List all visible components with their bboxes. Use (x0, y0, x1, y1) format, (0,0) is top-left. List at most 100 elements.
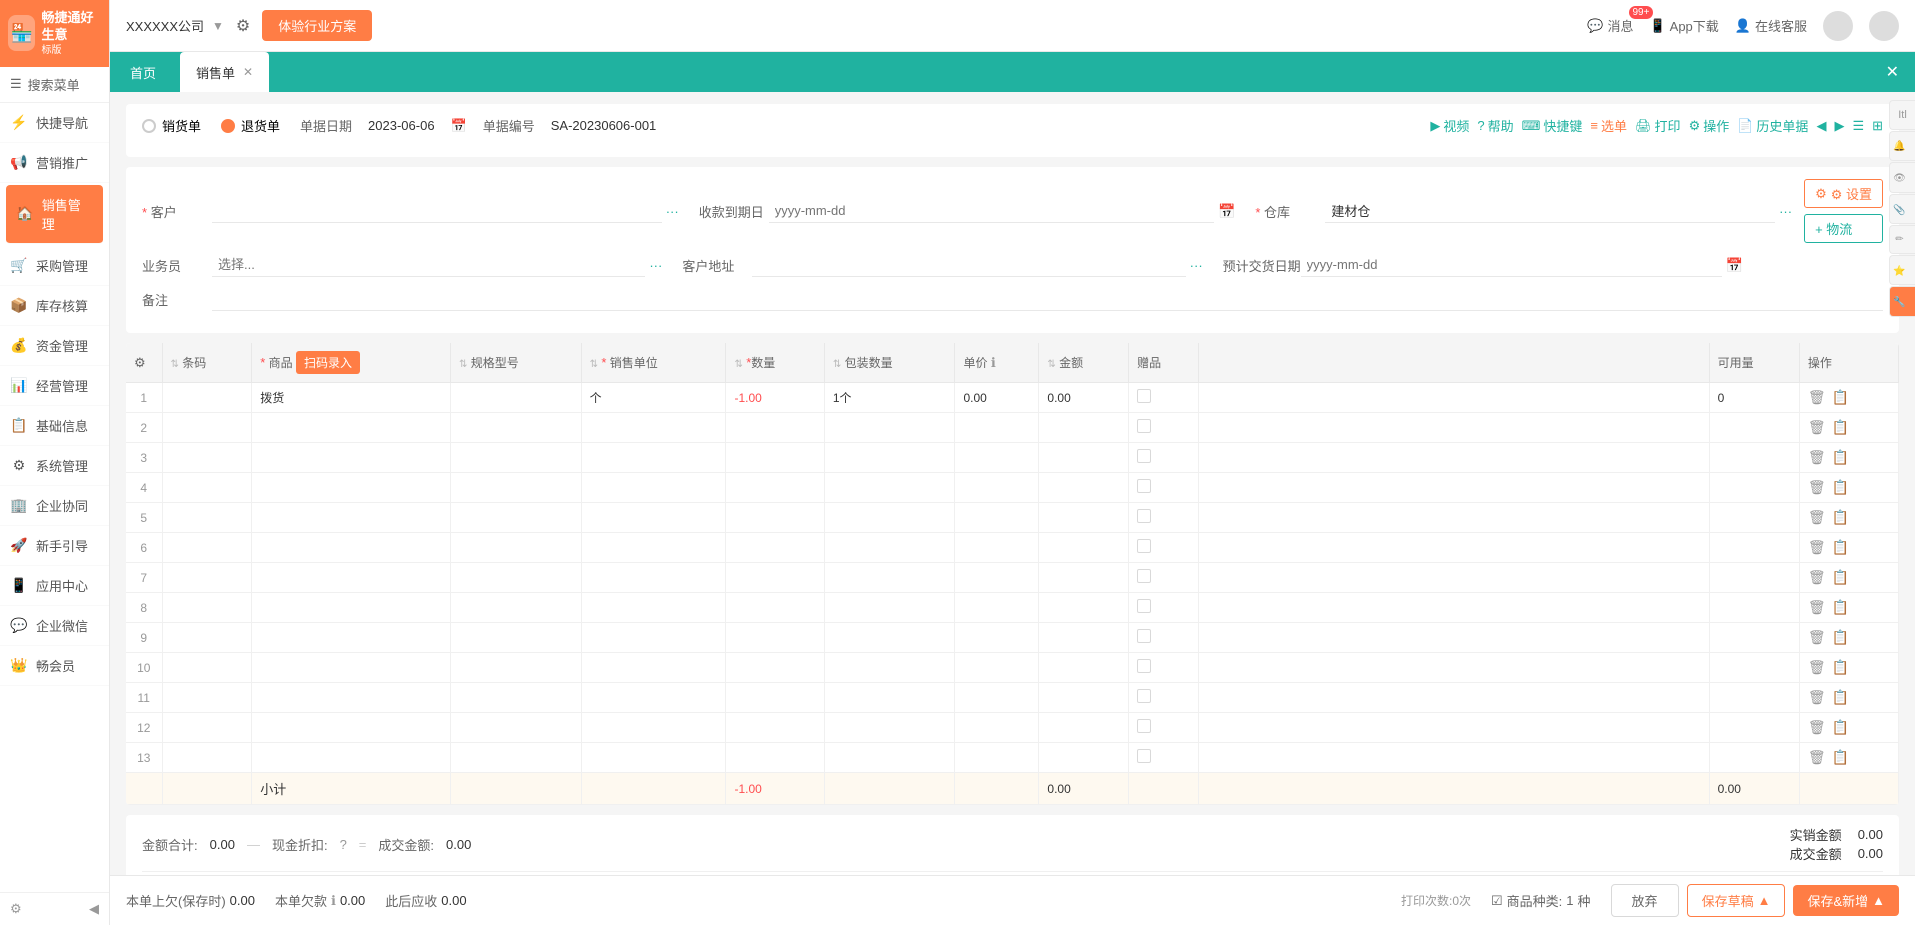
price-cell[interactable] (955, 413, 1039, 443)
delete-icon[interactable]: 🗑 (1808, 689, 1826, 706)
copy-icon[interactable]: 📋 (1832, 689, 1849, 706)
delete-icon[interactable]: 🗑 (1808, 629, 1826, 646)
sort-icon-qty[interactable]: ⇅ (734, 359, 742, 370)
customer-dots[interactable]: ··· (666, 204, 679, 219)
sort-icon[interactable]: ⇅ (171, 359, 179, 370)
delivery-date-input[interactable] (1301, 253, 1722, 277)
floating-btn-clip[interactable]: 📎 (1889, 194, 1915, 224)
radio-sale[interactable]: 销货单 (142, 116, 201, 135)
logistics-button[interactable]: + 物流 (1804, 214, 1883, 243)
warehouse-input[interactable] (1325, 199, 1775, 223)
sidebar-item-inventory[interactable]: 📦 库存核算 (0, 286, 109, 326)
copy-icon[interactable]: 📋 (1832, 479, 1849, 496)
list-view-icon[interactable]: ☰ (1852, 118, 1864, 134)
sidebar-item-purchase[interactable]: 🛒 采购管理 (0, 246, 109, 286)
topbar-settings-icon[interactable]: ⚙ (236, 16, 250, 36)
due-date-input[interactable] (769, 199, 1214, 223)
user-avatar[interactable] (1823, 11, 1853, 41)
sidebar-item-quick-nav[interactable]: ⚡ 快捷导航 (0, 103, 109, 143)
customer-addr-dots[interactable]: ··· (1190, 258, 1203, 273)
barcode-cell[interactable] (162, 413, 252, 443)
copy-icon[interactable]: 📋 (1832, 419, 1849, 436)
print-btn[interactable]: 🖨 打印 (1635, 116, 1681, 135)
prev-icon[interactable]: ◀ (1816, 118, 1826, 134)
sidebar-item-basics[interactable]: 📋 基础信息 (0, 406, 109, 446)
tab-home[interactable]: 首页 (110, 52, 176, 92)
price-cell[interactable]: 0.00 (955, 383, 1039, 413)
sidebar-settings-icon[interactable]: ⚙ (10, 901, 22, 917)
delete-icon[interactable]: 🗑 (1808, 479, 1826, 496)
delivery-date-calendar-icon[interactable]: 📅 (1726, 257, 1743, 274)
delete-icon[interactable]: 🗑 (1808, 599, 1826, 616)
user-avatar-2[interactable] (1869, 11, 1899, 41)
pkg-qty-cell[interactable] (824, 413, 955, 443)
save-new-button[interactable]: 保存&新增 ▲ (1793, 885, 1899, 916)
online-service-btn[interactable]: 👤 在线客服 (1735, 16, 1807, 35)
delete-icon[interactable]: 🗑 (1808, 389, 1826, 406)
info-icon-owe[interactable]: ℹ (331, 893, 336, 909)
sidebar-item-marketing[interactable]: 📢 营销推广 (0, 143, 109, 183)
history-btn[interactable]: 📄 历史单据 (1737, 116, 1808, 135)
sort-icon-unit[interactable]: ⇅ (590, 359, 598, 370)
remarks-input[interactable] (212, 287, 1883, 311)
delete-icon[interactable]: 🗑 (1808, 539, 1826, 556)
amount-cell[interactable] (1039, 413, 1129, 443)
qty-cell[interactable] (726, 413, 824, 443)
checkbox-icon-kind[interactable]: ☑ (1491, 893, 1503, 909)
tab-sale-order[interactable]: 销售单 ✕ (180, 52, 269, 92)
copy-icon[interactable]: 📋 (1832, 599, 1849, 616)
customer-input[interactable] (212, 199, 662, 223)
scan-btn[interactable]: 扫码录入 (296, 351, 360, 374)
sort-icon-amount[interactable]: ⇅ (1047, 359, 1055, 370)
grid-view-icon[interactable]: ⊞ (1872, 118, 1883, 134)
unit-cell[interactable] (581, 413, 726, 443)
amount-cell[interactable]: 0.00 (1039, 383, 1129, 413)
gift-cell[interactable] (1129, 413, 1199, 443)
operate-btn[interactable]: ⚙ 操作 (1689, 116, 1730, 135)
delete-icon[interactable]: 🗑 (1808, 569, 1826, 586)
sidebar-item-operations[interactable]: 📊 经营管理 (0, 366, 109, 406)
save-draft-button[interactable]: 保存草稿 ▲ (1687, 884, 1786, 917)
copy-icon[interactable]: 📋 (1832, 719, 1849, 736)
radio-return[interactable]: 退货单 (221, 116, 280, 135)
floating-btn-bell[interactable]: 🔔 (1889, 131, 1915, 161)
delete-icon[interactable]: 🗑 (1808, 449, 1826, 466)
copy-icon[interactable]: 📋 (1832, 539, 1849, 556)
sidebar-item-members[interactable]: 👑 畅会员 (0, 646, 109, 686)
floating-btn-star[interactable]: ⭐ (1889, 255, 1915, 285)
sidebar-search[interactable]: ☰ 搜索菜单 (0, 67, 109, 103)
tab-close-icon[interactable]: ✕ (243, 65, 253, 79)
product-cell[interactable] (252, 413, 451, 443)
th-gear[interactable]: ⚙ (126, 343, 162, 383)
copy-icon[interactable]: 📋 (1832, 569, 1849, 586)
customer-addr-input[interactable] (752, 253, 1185, 277)
info-icon[interactable]: ℹ (991, 355, 996, 370)
sidebar-collapse-icon[interactable]: ◀ (89, 901, 99, 917)
company-selector[interactable]: XXXXXX公司 ▼ (126, 16, 224, 35)
copy-icon[interactable]: 📋 (1832, 449, 1849, 466)
floating-btn-tool[interactable]: 🔧 (1889, 286, 1915, 316)
copy-icon[interactable]: 📋 (1832, 749, 1849, 766)
help-btn[interactable]: ? 帮助 (1477, 116, 1513, 135)
copy-icon[interactable]: 📋 (1832, 629, 1849, 646)
sort-icon-pkg[interactable]: ⇅ (833, 359, 841, 370)
sidebar-item-sales[interactable]: 🏠 销售管理 (6, 185, 103, 244)
barcode-cell[interactable] (162, 383, 252, 413)
abandon-button[interactable]: 放弃 (1611, 884, 1679, 917)
next-icon[interactable]: ▶ (1834, 118, 1844, 134)
sidebar-item-guide[interactable]: 🚀 新手引导 (0, 526, 109, 566)
select-btn[interactable]: ≡ 选单 (1590, 116, 1627, 135)
video-btn[interactable]: ▶ 视频 (1430, 116, 1469, 135)
close-all-tabs-icon[interactable]: ✕ (1870, 62, 1915, 82)
message-badge[interactable]: 💬 消息 99+ (1587, 16, 1633, 35)
floating-btn-eye[interactable]: 👁 (1889, 162, 1915, 193)
delete-icon[interactable]: 🗑 (1808, 419, 1826, 436)
sidebar-item-system[interactable]: ⚙ 系统管理 (0, 446, 109, 486)
app-download-btn[interactable]: 📱 App下载 (1649, 16, 1718, 35)
sidebar-item-enterprise[interactable]: 🏢 企业协同 (0, 486, 109, 526)
settings-button[interactable]: ⚙ ⚙ 设置 (1804, 179, 1883, 208)
experience-btn[interactable]: 体验行业方案 (262, 10, 372, 41)
copy-icon[interactable]: 📋 (1832, 659, 1849, 676)
spec-cell[interactable] (450, 413, 581, 443)
sidebar-item-finance[interactable]: 💰 资金管理 (0, 326, 109, 366)
